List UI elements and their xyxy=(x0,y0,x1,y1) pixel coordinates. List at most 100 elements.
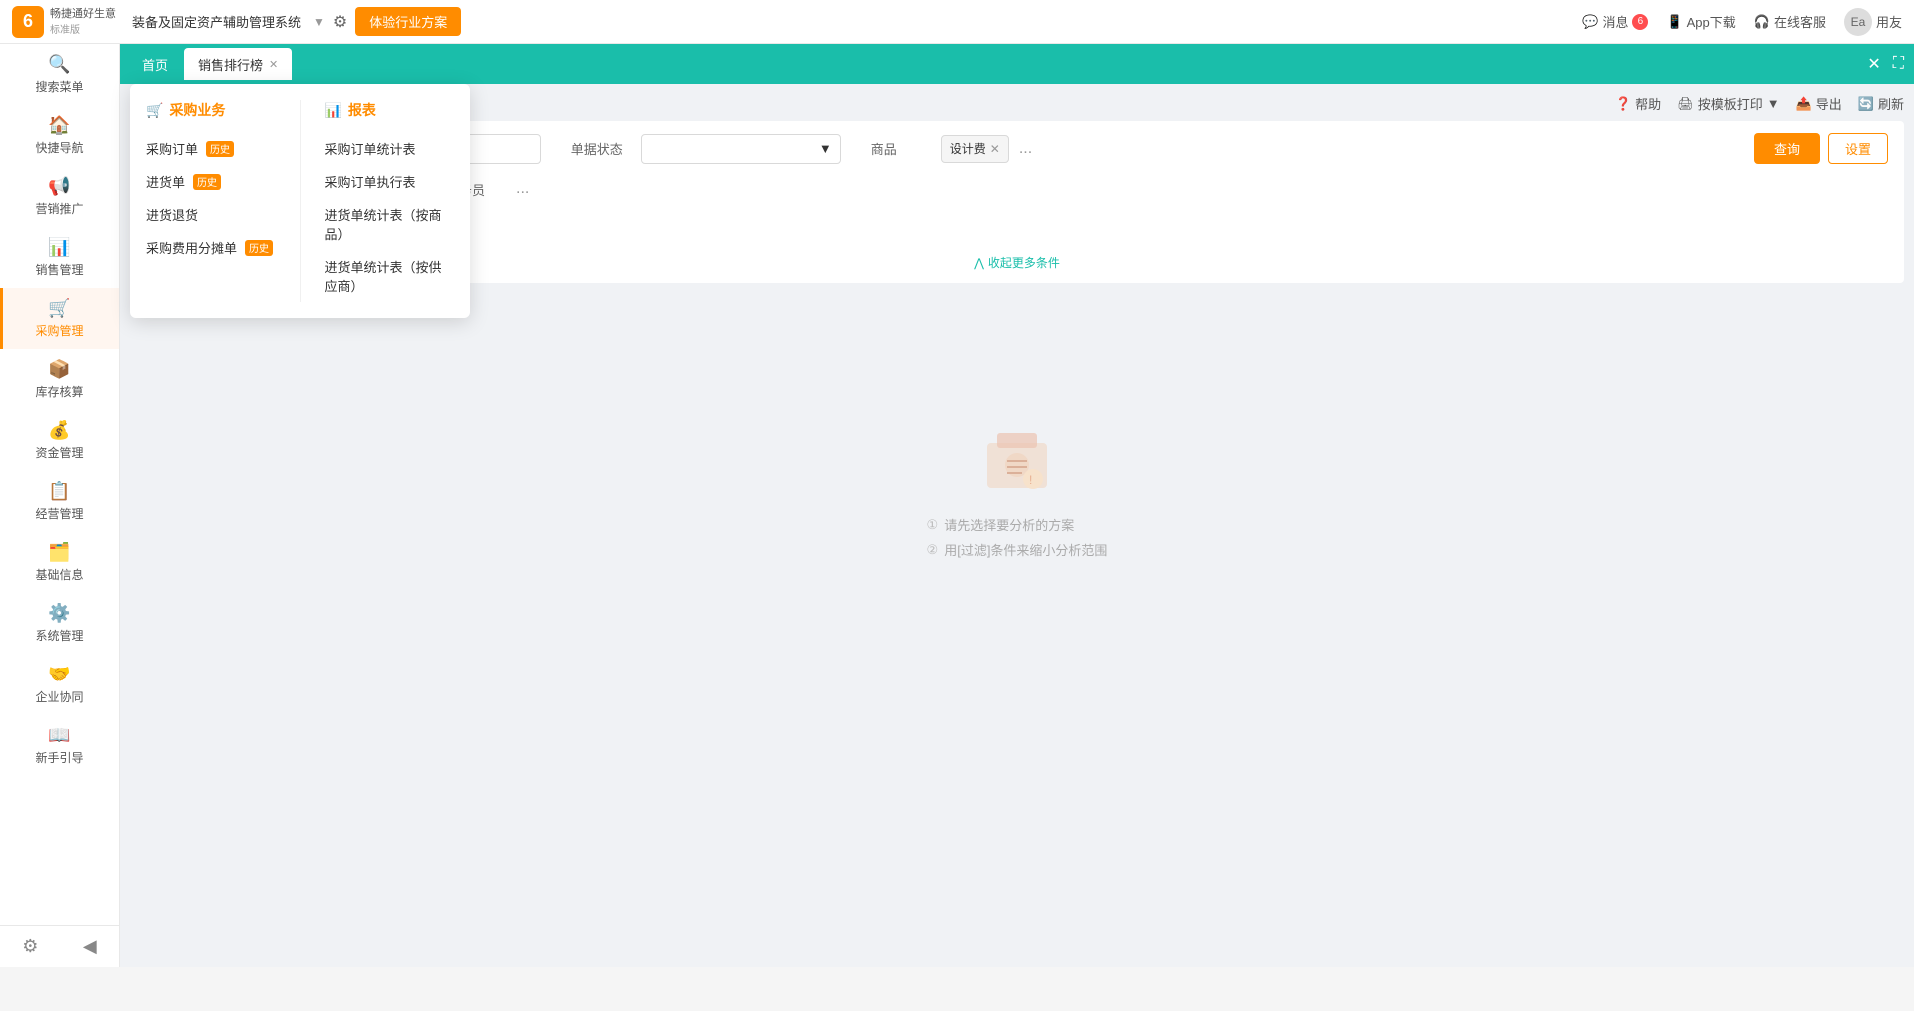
print-dropdown-icon[interactable]: ▼ xyxy=(1767,96,1780,111)
sales-icon: 📊 xyxy=(48,237,70,258)
sidebar-label-enterprise: 企业协同 xyxy=(35,688,83,705)
sidebar-item-basic[interactable]: 🗂️ 基础信息 xyxy=(0,532,119,593)
app-download-btn[interactable]: 📱 App下载 xyxy=(1666,12,1735,31)
home-tab-label: 首页 xyxy=(142,55,168,74)
purchase-order-label: 采购订单 xyxy=(146,139,198,158)
export-btn[interactable]: 📤 导出 xyxy=(1796,94,1842,113)
online-service-label: 在线客服 xyxy=(1774,12,1826,31)
operations-icon: 📋 xyxy=(48,481,70,502)
settings-button[interactable]: 设置 xyxy=(1828,133,1888,164)
sidebar-settings-icon[interactable]: ⚙ xyxy=(22,936,38,957)
messages-label: 消息 xyxy=(1602,12,1628,31)
dropdown-col-report-title: 📊 报表 xyxy=(325,100,455,120)
dropdown-item-purchase-cost[interactable]: 采购费用分摊单 历史 xyxy=(146,231,276,264)
user-btn[interactable]: Ea 用友 xyxy=(1844,8,1902,36)
sidebar-item-marketing[interactable]: 📢 营销推广 xyxy=(0,166,119,227)
print-label: 按模板打印 xyxy=(1698,94,1763,113)
collapse-up-icon: ⋀ xyxy=(974,256,984,270)
sidebar-item-enterprise[interactable]: 🤝 企业协同 xyxy=(0,654,119,715)
avatar: Ea xyxy=(1844,8,1872,36)
dropdown-item-purchase-order[interactable]: 采购订单 历史 xyxy=(146,132,276,165)
logo-icon: 6 xyxy=(12,6,44,38)
purchase-col-title-text: 采购业务 xyxy=(169,100,225,120)
svg-text:!: ! xyxy=(1029,473,1032,487)
order-status-arrow: ▼ xyxy=(819,141,832,156)
refresh-btn[interactable]: 🔄 刷新 xyxy=(1858,94,1904,113)
sidebar-item-sales[interactable]: 📊 销售管理 xyxy=(0,227,119,288)
collapse-btn[interactable]: ⋀ 收起更多条件 xyxy=(974,254,1060,271)
app-logo: 6 畅捷通好生意 标准版 xyxy=(12,6,122,38)
order-status-select[interactable]: ▼ xyxy=(641,134,841,164)
empty-hint-2: ② 用[过滤]条件来缩小分析范围 xyxy=(927,540,1108,559)
dropdown-item-stock-stats-goods[interactable]: 进货单统计表（按商品） xyxy=(325,198,455,250)
home-icon: 🏠 xyxy=(48,115,70,136)
sidebar-label-system: 系统管理 xyxy=(35,627,83,644)
sidebar-item-nav[interactable]: 🏠 快捷导航 xyxy=(0,105,119,166)
search-icon: 🔍 xyxy=(48,54,70,75)
goods-tag[interactable]: 设计费 ✕ xyxy=(941,135,1009,163)
print-icon: 🖨 xyxy=(1677,96,1694,112)
sidebar-item-operations[interactable]: 📋 经营管理 xyxy=(0,471,119,532)
dropdown-col-report: 📊 报表 采购订单统计表 采购订单执行表 进货单统计表（按商品） 进货单统计表（… xyxy=(325,100,455,302)
tabbar-right: ✕ ⛶ xyxy=(1867,54,1904,74)
export-icon: 📤 xyxy=(1796,96,1812,112)
dropdown-arrow-icon[interactable]: ▼ xyxy=(313,15,325,29)
order-stats-label: 采购订单统计表 xyxy=(325,139,416,158)
dropdown-item-order-stats[interactable]: 采购订单统计表 xyxy=(325,132,455,165)
history-badge-2: 历史 xyxy=(193,174,221,190)
empty-hint-1: ① 请先选择要分析的方案 xyxy=(927,515,1108,534)
messages-badge: 6 xyxy=(1632,14,1648,30)
message-icon: 💬 xyxy=(1582,14,1598,30)
sidebar-item-inventory[interactable]: 📦 库存核算 xyxy=(0,349,119,410)
inventory-icon: 📦 xyxy=(48,359,70,380)
empty-state: ! ① 请先选择要分析的方案 ② 用[过滤]条件来缩小分析范围 xyxy=(130,291,1904,691)
topbar: 6 畅捷通好生意 标准版 装备及固定资产辅助管理系统 ▼ ⚙ 体验行业方案 💬 … xyxy=(0,0,1914,44)
system-icon: ⚙️ xyxy=(48,603,70,624)
report-col-title-text: 报表 xyxy=(348,100,376,120)
hint2-text: 用[过滤]条件来缩小分析范围 xyxy=(944,540,1107,559)
sidebar-collapse-icon[interactable]: ◀ xyxy=(83,936,97,957)
sidebar-label-finance: 资金管理 xyxy=(35,444,83,461)
refresh-icon: 🔄 xyxy=(1858,96,1874,112)
finance-icon: 💰 xyxy=(48,420,70,441)
industry-btn[interactable]: 体验行业方案 xyxy=(355,7,461,36)
logo-sub: 标准版 xyxy=(50,21,116,36)
sidebar-item-purchase[interactable]: 🛒 采购管理 xyxy=(0,288,119,349)
tab-close-btn[interactable]: ✕ xyxy=(1867,54,1880,74)
help-btn[interactable]: ❓ 帮助 xyxy=(1615,94,1661,113)
salesperson-dots[interactable]: ... xyxy=(516,180,529,198)
export-label: 导出 xyxy=(1816,94,1842,113)
tab-home[interactable]: 首页 xyxy=(128,48,182,80)
dropdown-item-stock-return[interactable]: 进货退货 xyxy=(146,198,276,231)
sidebar-item-system[interactable]: ⚙️ 系统管理 xyxy=(0,593,119,654)
tab-ranking[interactable]: 销售排行榜 ✕ xyxy=(184,48,292,80)
print-btn[interactable]: 🖨 按模板打印 ▼ xyxy=(1677,94,1779,113)
purchase-cost-label: 采购费用分摊单 xyxy=(146,238,237,257)
ranking-tab-label: 销售排行榜 xyxy=(198,55,263,74)
goods-dots[interactable]: ... xyxy=(1019,140,1032,158)
settings-icon[interactable]: ⚙ xyxy=(333,12,347,32)
sys-title: 装备及固定资产辅助管理系统 xyxy=(132,12,301,31)
purchase-menu-icon: 🛒 xyxy=(146,102,163,119)
query-button[interactable]: 查询 xyxy=(1754,133,1820,164)
messages-btn[interactable]: 💬 消息 6 xyxy=(1582,12,1648,31)
tab-expand-btn[interactable]: ⛶ xyxy=(1893,55,1904,73)
sidebar-item-finance[interactable]: 💰 资金管理 xyxy=(0,410,119,471)
help-label: 帮助 xyxy=(1635,94,1661,113)
hint1-text: 请先选择要分析的方案 xyxy=(944,515,1074,534)
sidebar-item-guide[interactable]: 📖 新手引导 xyxy=(0,715,119,776)
tab-close-icon[interactable]: ✕ xyxy=(269,58,278,71)
report-menu-icon: 📊 xyxy=(325,102,342,119)
sidebar-label-guide: 新手引导 xyxy=(35,749,83,766)
sidebar-item-search[interactable]: 🔍 搜索菜单 xyxy=(0,44,119,105)
sidebar-bottom: ⚙ ◀ xyxy=(0,925,119,967)
dropdown-item-stock-in[interactable]: 进货单 历史 xyxy=(146,165,276,198)
goods-tag-close[interactable]: ✕ xyxy=(990,142,1000,156)
dropdown-item-order-exec[interactable]: 采购订单执行表 xyxy=(325,165,455,198)
app-download-label: App下载 xyxy=(1687,12,1736,31)
dropdown-item-stock-stats-supplier[interactable]: 进货单统计表（按供应商） xyxy=(325,250,455,302)
dropdown-divider xyxy=(300,100,301,302)
online-service-btn[interactable]: 🎧 在线客服 xyxy=(1754,12,1826,31)
history-badge-1: 历史 xyxy=(206,141,234,157)
sidebar-label-inventory: 库存核算 xyxy=(35,383,83,400)
